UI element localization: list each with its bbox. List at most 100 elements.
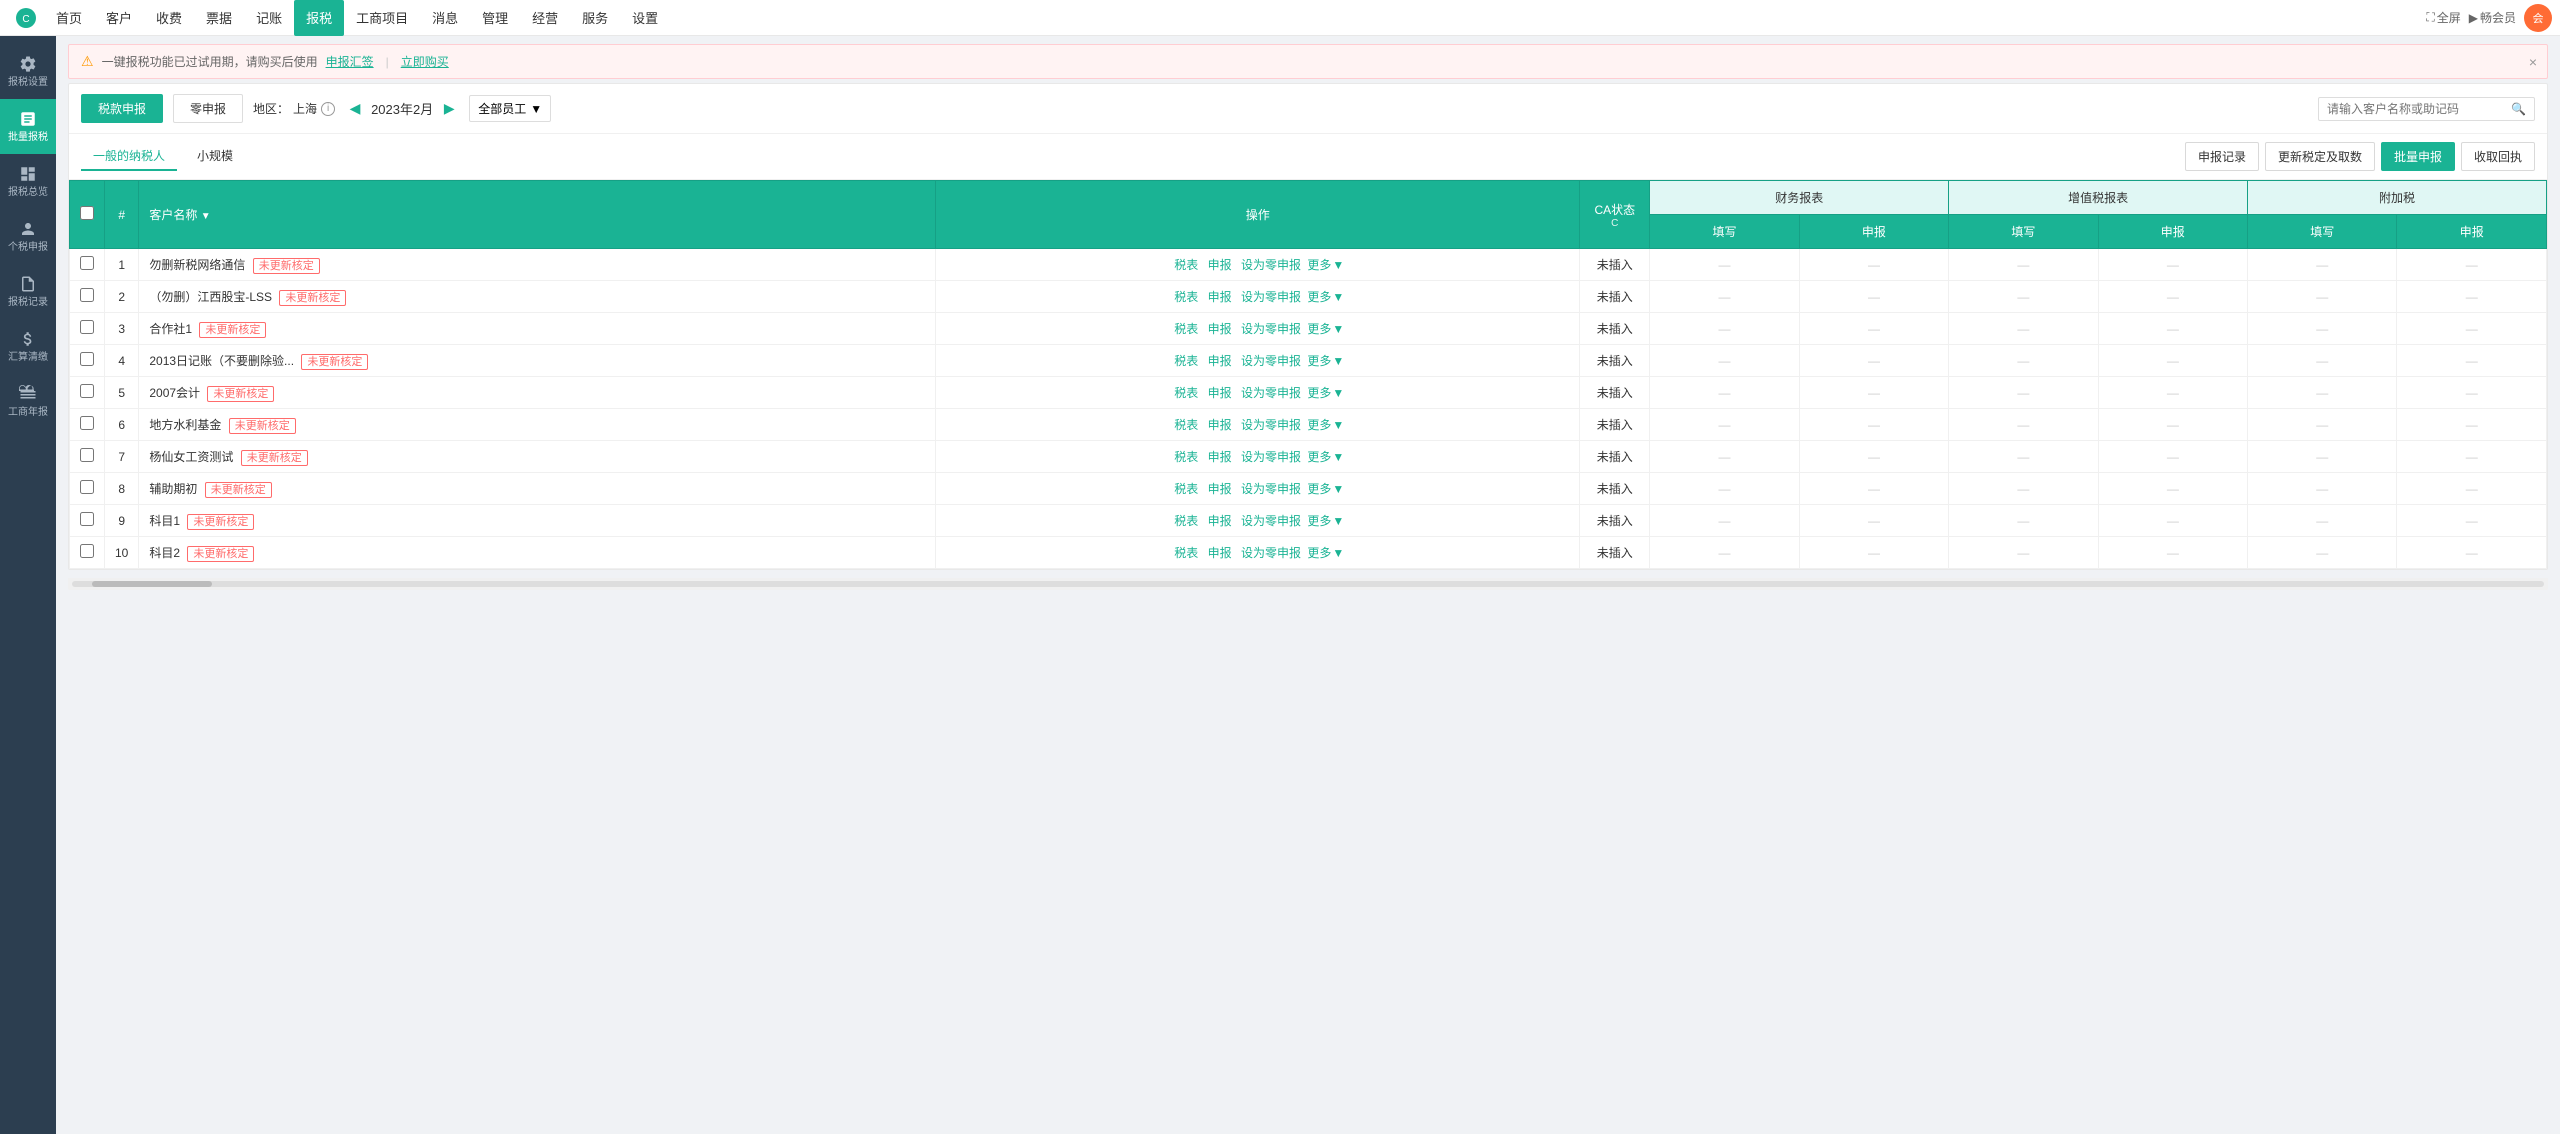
tab-tax-declaration[interactable]: 税款申报 <box>81 94 163 123</box>
op-tax-table[interactable]: 税表 <box>1174 418 1198 432</box>
notice-close-button[interactable]: × <box>2529 54 2537 70</box>
row-checkbox-4[interactable] <box>80 384 94 398</box>
date-prev-button[interactable]: ◀ <box>345 99 365 119</box>
declaration-record-button[interactable]: 申报记录 <box>2185 142 2259 171</box>
nav-operation[interactable]: 经营 <box>520 0 570 36</box>
search-input[interactable] <box>2327 102 2507 116</box>
cell-finance-declare: — <box>1799 249 1948 281</box>
op-declare[interactable]: 申报 <box>1208 450 1232 464</box>
department-select[interactable]: 全部员工 ▼ <box>469 95 551 122</box>
sidebar-item-personal-tax[interactable]: 个税申报 <box>0 209 56 264</box>
op-more[interactable]: 更多▼ <box>1307 416 1344 433</box>
cell-tax-report-fill: — <box>1949 505 2098 537</box>
op-tax-table[interactable]: 税表 <box>1174 386 1198 400</box>
notice-link-buy[interactable]: 立即购买 <box>401 53 449 70</box>
tab-zero-declaration[interactable]: 零申报 <box>173 94 243 123</box>
nav-tax[interactable]: 报税 <box>294 0 344 36</box>
row-checkbox-2[interactable] <box>80 320 94 334</box>
op-tax-table[interactable]: 税表 <box>1174 258 1198 272</box>
op-declare[interactable]: 申报 <box>1208 386 1232 400</box>
op-zero-declare[interactable]: 设为零申报 <box>1241 322 1301 336</box>
nav-bookkeeping[interactable]: 记账 <box>244 0 294 36</box>
row-checkbox-3[interactable] <box>80 352 94 366</box>
row-checkbox-9[interactable] <box>80 544 94 558</box>
op-declare[interactable]: 申报 <box>1208 322 1232 336</box>
op-more[interactable]: 更多▼ <box>1307 320 1344 337</box>
op-zero-declare[interactable]: 设为零申报 <box>1241 386 1301 400</box>
op-zero-declare[interactable]: 设为零申报 <box>1241 290 1301 304</box>
op-declare[interactable]: 申报 <box>1208 290 1232 304</box>
select-all-checkbox[interactable] <box>80 206 94 220</box>
batch-declare-button[interactable]: 批量申报 <box>2381 142 2455 171</box>
row-checkbox-0[interactable] <box>80 256 94 270</box>
nav-invoice[interactable]: 票据 <box>194 0 244 36</box>
cell-operations: 税表 申报 设为零申报 更多▼ <box>936 537 1580 569</box>
op-zero-declare[interactable]: 设为零申报 <box>1241 450 1301 464</box>
nav-home[interactable]: 首页 <box>44 0 94 36</box>
sidebar-label-annual-report: 工商年报 <box>8 407 48 419</box>
op-zero-declare[interactable]: 设为零申报 <box>1241 418 1301 432</box>
location-info-icon[interactable]: i <box>321 102 335 116</box>
member-button[interactable]: ▶ 畅会员 <box>2469 9 2516 26</box>
op-tax-table[interactable]: 税表 <box>1174 482 1198 496</box>
nav-manage[interactable]: 管理 <box>470 0 520 36</box>
nav-business[interactable]: 工商项目 <box>344 0 420 36</box>
cell-additional-fill: — <box>2248 441 2397 473</box>
tab-general-taxpayer[interactable]: 一般的纳税人 <box>81 142 177 171</box>
sidebar-item-overview[interactable]: 报税总览 <box>0 154 56 209</box>
nav-billing[interactable]: 收费 <box>144 0 194 36</box>
notice-link-report[interactable]: 申报汇签 <box>326 53 374 70</box>
scroll-thumb[interactable] <box>92 581 212 587</box>
sidebar-item-tax-settings[interactable]: 报税设置 <box>0 44 56 99</box>
nav-service[interactable]: 服务 <box>570 0 620 36</box>
op-more[interactable]: 更多▼ <box>1307 352 1344 369</box>
cell-no: 6 <box>105 409 139 441</box>
search-icon[interactable]: 🔍 <box>2511 102 2526 116</box>
sidebar-item-batch-tax[interactable]: 批量报税 <box>0 99 56 154</box>
row-checkbox-5[interactable] <box>80 416 94 430</box>
op-zero-declare[interactable]: 设为零申报 <box>1241 258 1301 272</box>
nav-message[interactable]: 消息 <box>420 0 470 36</box>
op-zero-declare[interactable]: 设为零申报 <box>1241 546 1301 560</box>
op-more[interactable]: 更多▼ <box>1307 448 1344 465</box>
nav-client[interactable]: 客户 <box>94 0 144 36</box>
sidebar-item-annual-report[interactable]: 工商年报 <box>0 374 56 429</box>
nav-settings[interactable]: 设置 <box>620 0 670 36</box>
horizontal-scrollbar[interactable] <box>68 578 2548 590</box>
op-more[interactable]: 更多▼ <box>1307 256 1344 273</box>
tab-small-scale[interactable]: 小规模 <box>185 142 245 171</box>
op-declare[interactable]: 申报 <box>1208 546 1232 560</box>
op-declare[interactable]: 申报 <box>1208 482 1232 496</box>
date-next-button[interactable]: ▶ <box>439 99 459 119</box>
retrieve-receipt-button[interactable]: 收取回执 <box>2461 142 2535 171</box>
op-zero-declare[interactable]: 设为零申报 <box>1241 354 1301 368</box>
row-checkbox-7[interactable] <box>80 480 94 494</box>
op-tax-table[interactable]: 税表 <box>1174 290 1198 304</box>
op-declare[interactable]: 申报 <box>1208 514 1232 528</box>
op-zero-declare[interactable]: 设为零申报 <box>1241 482 1301 496</box>
fullscreen-button[interactable]: ⛶ 全屏 <box>2426 9 2460 26</box>
op-declare[interactable]: 申报 <box>1208 418 1232 432</box>
op-tax-table[interactable]: 税表 <box>1174 450 1198 464</box>
op-more[interactable]: 更多▼ <box>1307 288 1344 305</box>
row-checkbox-8[interactable] <box>80 512 94 526</box>
sidebar-item-tax-record[interactable]: 报税记录 <box>0 264 56 319</box>
sort-icon[interactable]: ▼ <box>201 211 211 222</box>
op-tax-table[interactable]: 税表 <box>1174 514 1198 528</box>
op-more[interactable]: 更多▼ <box>1307 384 1344 401</box>
op-zero-declare[interactable]: 设为零申报 <box>1241 514 1301 528</box>
cell-finance-fill: — <box>1650 377 1799 409</box>
row-checkbox-6[interactable] <box>80 448 94 462</box>
op-more[interactable]: 更多▼ <box>1307 512 1344 529</box>
row-checkbox-1[interactable] <box>80 288 94 302</box>
update-tax-button[interactable]: 更新税定及取数 <box>2265 142 2375 171</box>
op-tax-table[interactable]: 税表 <box>1174 322 1198 336</box>
op-declare[interactable]: 申报 <box>1208 354 1232 368</box>
avatar[interactable]: 会 <box>2524 4 2552 32</box>
op-more[interactable]: 更多▼ <box>1307 544 1344 561</box>
op-tax-table[interactable]: 税表 <box>1174 354 1198 368</box>
sidebar-item-settlement[interactable]: 汇算清缴 <box>0 319 56 374</box>
op-declare[interactable]: 申报 <box>1208 258 1232 272</box>
op-more[interactable]: 更多▼ <box>1307 480 1344 497</box>
op-tax-table[interactable]: 税表 <box>1174 546 1198 560</box>
